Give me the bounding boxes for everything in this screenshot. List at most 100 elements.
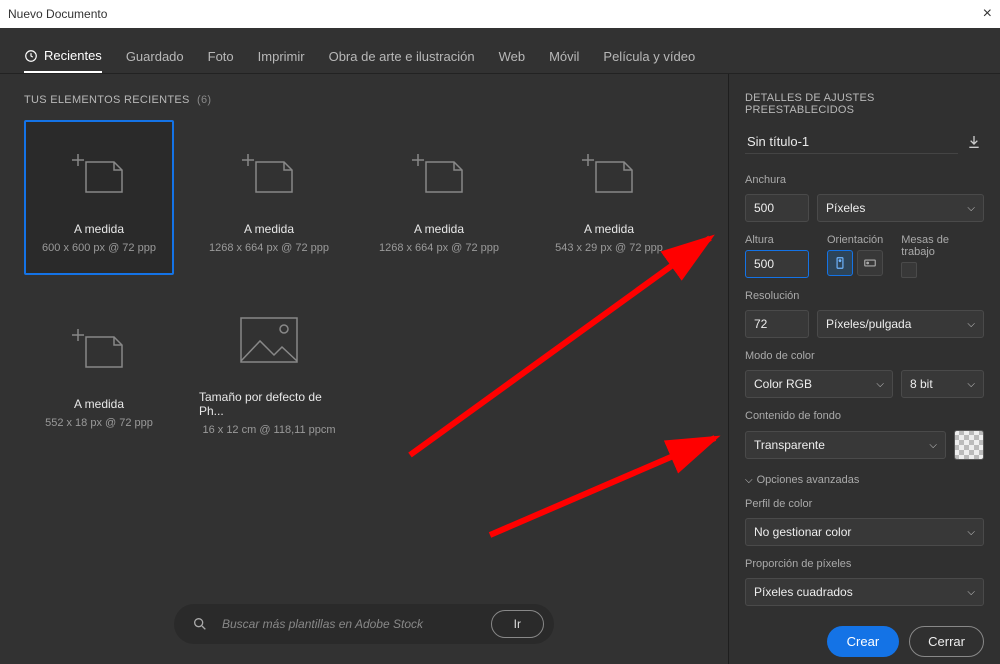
tab-label: Foto [208,49,234,64]
preset-item[interactable]: A medida 1268 x 664 px @ 72 ppp [364,120,514,275]
tab-web[interactable]: Web [499,40,526,73]
chevron-down-icon: ⌵ [967,203,975,214]
resolution-input[interactable] [745,310,809,338]
width-unit-select[interactable]: Píxeles ⌵ [817,194,984,222]
orientation-label: Orientación [827,234,883,246]
width-input[interactable] [745,194,809,222]
preset-title: A medida [244,222,294,236]
search-bar: Ir [174,604,554,644]
bitdepth-select[interactable]: 8 bit ⌵ [901,370,984,398]
height-label: Altura [745,234,809,246]
width-label: Anchura [745,174,984,186]
chevron-down-icon: ⌵ [967,319,975,330]
pixelratio-value: Píxeles cuadrados [754,585,853,599]
preset-item[interactable]: A medida 543 x 29 px @ 72 ppp [534,120,684,275]
document-icon [579,142,639,202]
tab-label: Obra de arte e ilustración [329,49,475,64]
presets-grid: A medida 600 x 600 px @ 72 ppp A medida 126… [24,120,704,450]
artboards-label: Mesas de trabajo [901,234,984,258]
preset-subtitle: 1268 x 664 px @ 72 ppp [209,242,329,254]
preset-details-panel: DETALLES DE AJUSTES PREESTABLECIDOS Anch… [728,74,1000,664]
document-icon [69,142,129,202]
chevron-down-icon: ⌵ [967,587,975,598]
preset-item[interactable]: A medida 1268 x 664 px @ 72 ppp [194,120,344,275]
chevron-down-icon: ⌵ [876,379,884,390]
preset-subtitle: 543 x 29 px @ 72 ppp [555,242,663,254]
preset-subtitle: 1268 x 664 px @ 72 ppp [379,242,499,254]
document-name-input[interactable] [745,130,958,154]
advanced-label: Opciones avanzadas [757,474,860,486]
chevron-down-icon: ⌵ [967,379,975,390]
profile-value: No gestionar color [754,525,851,539]
artboards-checkbox[interactable] [901,262,917,278]
details-header: DETALLES DE AJUSTES PREESTABLECIDOS [745,92,984,116]
window-title: Nuevo Documento [8,7,107,21]
background-select[interactable]: Transparente ⌵ [745,431,946,459]
colormode-select[interactable]: Color RGB ⌵ [745,370,893,398]
chevron-down-icon: ⌵ [745,475,753,486]
presets-panel: TUS ELEMENTOS RECIENTES (6) A medida 600 … [0,74,728,664]
advanced-toggle[interactable]: ⌵ Opciones avanzadas [745,474,984,486]
preset-title: A medida [414,222,464,236]
clock-icon [24,49,38,63]
save-preset-icon[interactable] [964,132,984,152]
tab-pelicula[interactable]: Película y vídeo [603,40,695,73]
colormode-value: Color RGB [754,377,812,391]
category-tabs: Recientes Guardado Foto Imprimir Obra de… [0,28,1000,74]
tab-foto[interactable]: Foto [208,40,234,73]
recents-count: (6) [197,94,211,106]
preset-title: A medida [584,222,634,236]
document-icon [239,142,299,202]
orientation-portrait[interactable] [827,250,853,276]
height-input[interactable] [745,250,809,278]
tab-label: Guardado [126,49,184,64]
preset-title: A medida [74,222,124,236]
tab-guardado[interactable]: Guardado [126,40,184,73]
title-bar: Nuevo Documento × [0,0,1000,28]
width-unit-value: Píxeles [826,201,865,215]
close-icon[interactable]: × [983,5,992,23]
preset-subtitle: 16 x 12 cm @ 118,11 ppcm [202,424,335,436]
preset-subtitle: 552 x 18 px @ 72 ppp [45,417,153,429]
document-icon [69,317,129,377]
preset-title: A medida [74,397,124,411]
preset-title: Tamaño por defecto de Ph... [199,390,339,418]
background-value: Transparente [754,438,825,452]
pixelratio-label: Proporción de píxeles [745,558,984,570]
chevron-down-icon: ⌵ [967,527,975,538]
search-go-button[interactable]: Ir [491,610,544,638]
color-profile-select[interactable]: No gestionar color ⌵ [745,518,984,546]
search-icon [192,616,208,632]
tab-label: Imprimir [258,49,305,64]
search-input[interactable] [222,617,477,631]
close-button[interactable]: Cerrar [909,626,984,657]
chevron-down-icon: ⌵ [929,440,937,451]
preset-subtitle: 600 x 600 px @ 72 ppp [42,242,156,254]
tab-recientes[interactable]: Recientes [24,40,102,73]
tab-label: Móvil [549,49,579,64]
tab-movil[interactable]: Móvil [549,40,579,73]
pixel-ratio-select[interactable]: Píxeles cuadrados ⌵ [745,578,984,606]
image-icon [239,310,299,370]
profile-label: Perfil de color [745,498,984,510]
resolution-unit-value: Píxeles/pulgada [826,317,911,331]
tab-label: Recientes [44,48,102,63]
preset-item[interactable]: A medida 600 x 600 px @ 72 ppp [24,120,174,275]
document-icon [409,142,469,202]
background-swatch[interactable] [954,430,984,460]
tab-label: Película y vídeo [603,49,695,64]
background-label: Contenido de fondo [745,410,984,422]
resolution-label: Resolución [745,290,984,302]
tab-imprimir[interactable]: Imprimir [258,40,305,73]
preset-item[interactable]: Tamaño por defecto de Ph... 16 x 12 cm @ … [194,295,344,450]
colormode-label: Modo de color [745,350,984,362]
create-button[interactable]: Crear [827,626,900,657]
recents-heading: TUS ELEMENTOS RECIENTES (6) [24,94,704,106]
tab-label: Web [499,49,526,64]
resolution-unit-select[interactable]: Píxeles/pulgada ⌵ [817,310,984,338]
bitdepth-value: 8 bit [910,377,933,391]
recents-heading-text: TUS ELEMENTOS RECIENTES [24,94,190,106]
tab-arte[interactable]: Obra de arte e ilustración [329,40,475,73]
preset-item[interactable]: A medida 552 x 18 px @ 72 ppp [24,295,174,450]
orientation-landscape[interactable] [857,250,883,276]
